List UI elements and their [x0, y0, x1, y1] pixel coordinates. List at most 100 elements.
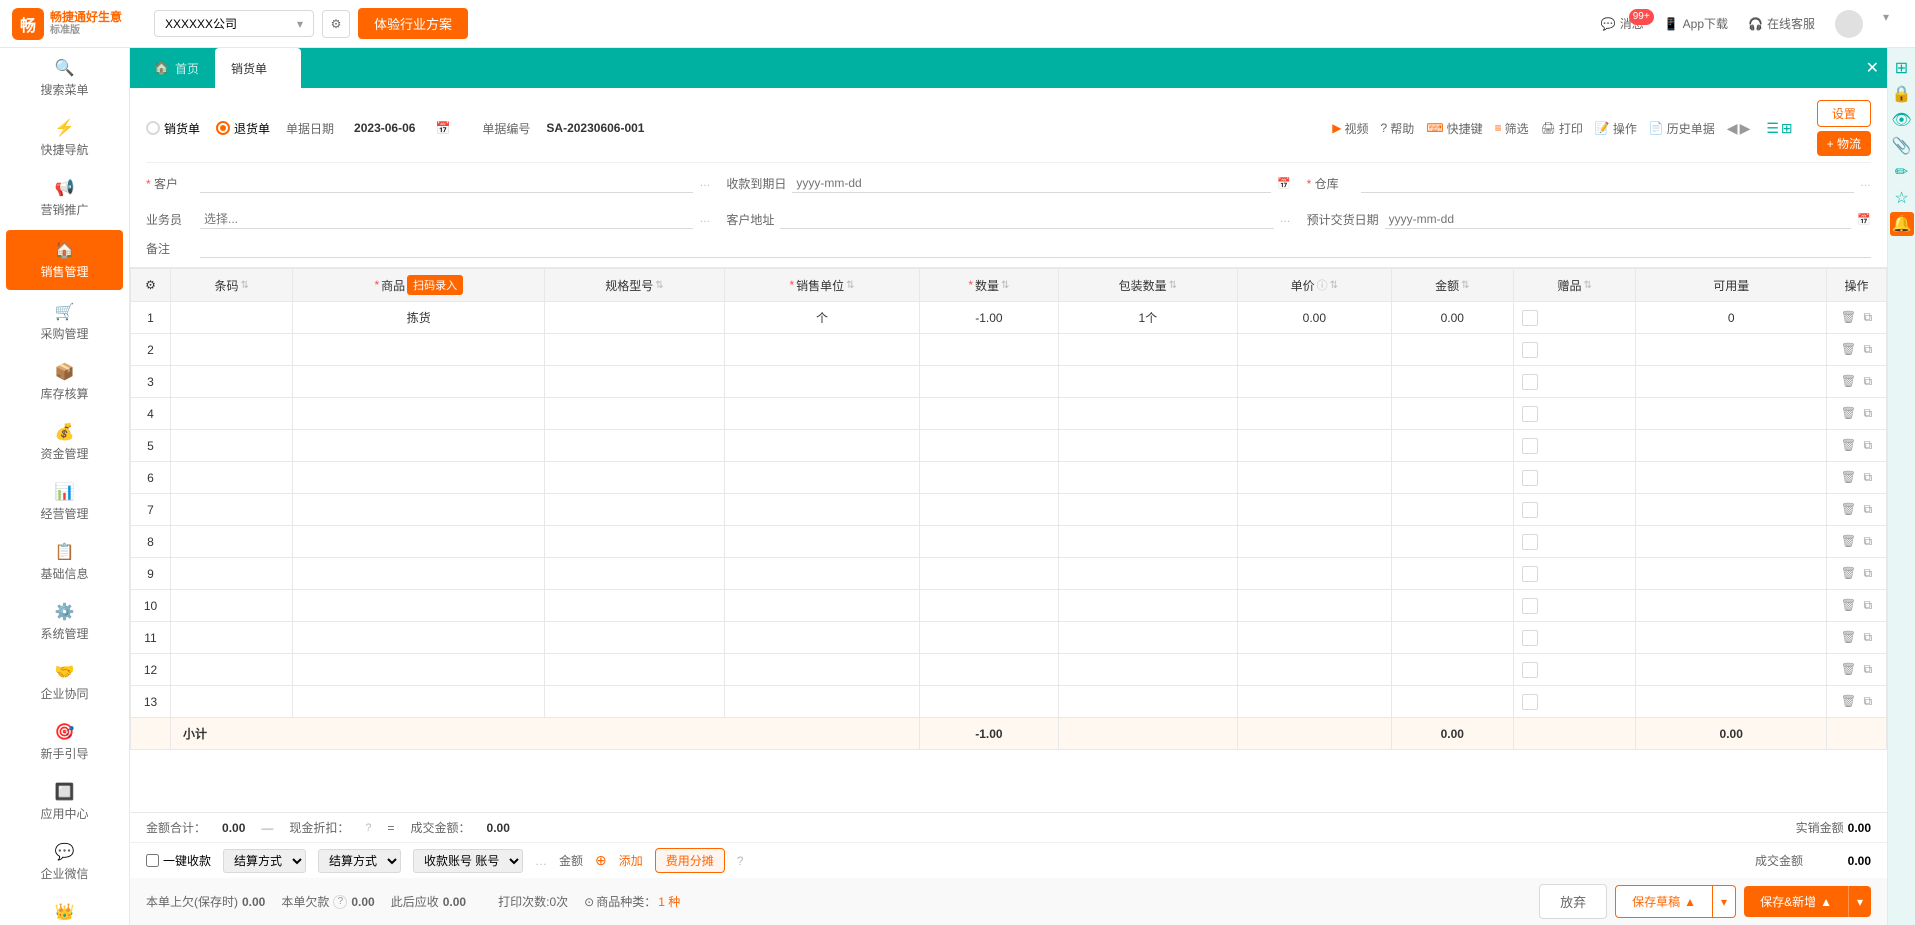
- account-dots[interactable]: …: [535, 854, 547, 868]
- discard-button[interactable]: 放弃: [1539, 884, 1607, 919]
- copy-icon-10[interactable]: ⧉: [1864, 598, 1873, 612]
- user-menu[interactable]: ▾: [1883, 10, 1903, 38]
- row-barcode-1[interactable]: [171, 302, 293, 334]
- col-settings-header[interactable]: ⚙: [131, 269, 171, 302]
- quick-payment-input[interactable]: [146, 854, 159, 867]
- customer-dots[interactable]: …: [699, 177, 710, 189]
- addr-dots[interactable]: …: [1280, 213, 1291, 225]
- copy-icon-9[interactable]: ⧉: [1864, 566, 1873, 580]
- sidebar-item-marketing[interactable]: 📢 营销推广: [0, 168, 129, 228]
- right-btn-3[interactable]: 👁: [1890, 108, 1914, 132]
- copy-icon-8[interactable]: ⧉: [1864, 534, 1873, 548]
- row-packqty-1[interactable]: 1个: [1058, 302, 1238, 334]
- row-product-1[interactable]: 拣货: [293, 302, 545, 334]
- copy-icon-2[interactable]: ⧉: [1864, 342, 1873, 356]
- sidebar-item-collab[interactable]: 🤝 企业协同: [0, 652, 129, 712]
- fee-help-icon[interactable]: ?: [737, 854, 744, 868]
- delete-icon-8[interactable]: 🗑: [1841, 534, 1856, 548]
- delete-icon-3[interactable]: 🗑: [1841, 374, 1856, 388]
- save-draft-button[interactable]: 保存草稿 ▲: [1615, 885, 1713, 918]
- goods-type-value[interactable]: 1 种: [658, 893, 680, 910]
- copy-icon-5[interactable]: ⧉: [1864, 438, 1873, 452]
- owed-help-icon[interactable]: ?: [333, 895, 347, 909]
- sidebar-item-quick[interactable]: ⚡ 快捷导航: [0, 108, 129, 168]
- sidebar-item-member[interactable]: 👑 畅会员: [0, 892, 129, 925]
- delete-icon-6[interactable]: 🗑: [1841, 470, 1856, 484]
- right-btn-4[interactable]: 📎: [1890, 134, 1914, 158]
- radio-return[interactable]: 退货单: [216, 120, 270, 137]
- discount-info-icon[interactable]: ?: [365, 822, 371, 834]
- avatar[interactable]: [1835, 10, 1863, 38]
- packqty-sort-icon[interactable]: ⇅: [1169, 280, 1177, 291]
- right-btn-2[interactable]: 🔒: [1890, 82, 1914, 106]
- salesman-input[interactable]: [200, 210, 693, 229]
- checkbox-goods-type[interactable]: ⊙: [584, 895, 594, 909]
- delete-icon-5[interactable]: 🗑: [1841, 438, 1856, 452]
- prev-arrow[interactable]: ◀: [1727, 120, 1738, 137]
- close-tab-button[interactable]: ×: [277, 60, 285, 76]
- copy-icon-6[interactable]: ⧉: [1864, 470, 1873, 484]
- due-date-input[interactable]: [792, 174, 1271, 193]
- barcode-sort-icon[interactable]: ⇅: [241, 280, 249, 291]
- tab-home[interactable]: 🏠 首页: [138, 48, 215, 88]
- calendar-icon[interactable]: 📅: [435, 121, 450, 135]
- row-qty-1[interactable]: -1.00: [920, 302, 1058, 334]
- customer-input[interactable]: [200, 174, 693, 193]
- customer-addr-input[interactable]: [780, 210, 1273, 229]
- trial-button[interactable]: 体验行业方案: [358, 8, 468, 39]
- settings-form-button[interactable]: 设置: [1817, 100, 1871, 127]
- delete-icon-9[interactable]: 🗑: [1841, 566, 1856, 580]
- row-gift-1[interactable]: [1513, 302, 1635, 334]
- shortcut-action[interactable]: ⌨ 快捷键: [1426, 120, 1482, 137]
- delete-icon-10[interactable]: 🗑: [1841, 598, 1856, 612]
- warehouse-dots[interactable]: …: [1860, 177, 1871, 189]
- app-download-item[interactable]: 📱 App下载: [1664, 15, 1728, 32]
- copy-icon-4[interactable]: ⧉: [1864, 406, 1873, 420]
- delete-icon-11[interactable]: 🗑: [1841, 630, 1856, 644]
- copy-icon-11[interactable]: ⧉: [1864, 630, 1873, 644]
- row-amount-1[interactable]: 0.00: [1391, 302, 1513, 334]
- note-input[interactable]: [200, 239, 1871, 258]
- copy-icon-12[interactable]: ⧉: [1864, 662, 1873, 676]
- scan-button[interactable]: 扫码录入: [407, 275, 463, 295]
- account-select[interactable]: 收款账号 账号: [413, 849, 523, 873]
- salesman-dots[interactable]: …: [699, 213, 710, 225]
- delete-icon-2[interactable]: 🗑: [1841, 342, 1856, 356]
- copy-icon-3[interactable]: ⧉: [1864, 374, 1873, 388]
- copy-icon-7[interactable]: ⧉: [1864, 502, 1873, 516]
- add-payment-icon[interactable]: ⊕: [595, 852, 607, 869]
- sidebar-item-appstore[interactable]: 🔲 应用中心: [0, 772, 129, 832]
- operate-action[interactable]: 📝 操作: [1595, 120, 1637, 137]
- sidebar-item-basic[interactable]: 📋 基础信息: [0, 532, 129, 592]
- row-price-1[interactable]: 0.00: [1238, 302, 1391, 334]
- quick-payment-checkbox[interactable]: 一键收款: [146, 852, 211, 869]
- filter-action[interactable]: ≡ 筛选: [1495, 120, 1529, 137]
- gift-sort-icon[interactable]: ⇅: [1584, 280, 1592, 291]
- close-window-icon[interactable]: ✕: [1866, 58, 1879, 78]
- grid-view-icon[interactable]: ⊞: [1781, 120, 1793, 137]
- spec-sort-icon[interactable]: ⇅: [655, 280, 663, 291]
- due-date-calendar-icon[interactable]: 📅: [1277, 177, 1291, 190]
- fee-split-button[interactable]: 费用分摊: [655, 848, 725, 873]
- settlement-sub-select[interactable]: 结算方式: [318, 849, 401, 873]
- sidebar-item-inventory[interactable]: 📦 库存核算: [0, 352, 129, 412]
- message-icon-item[interactable]: 💬 消息 99+: [1601, 15, 1644, 32]
- online-service-item[interactable]: 🎧 在线客服: [1748, 15, 1815, 32]
- delete-icon-1[interactable]: 🗑: [1841, 310, 1856, 324]
- history-action[interactable]: 📄 历史单据: [1649, 120, 1715, 137]
- sidebar-item-system[interactable]: ⚙️ 系统管理: [0, 592, 129, 652]
- right-btn-5[interactable]: ✏: [1890, 160, 1914, 184]
- expected-date-input[interactable]: [1385, 210, 1852, 229]
- qty-sort-icon[interactable]: ⇅: [1001, 280, 1009, 291]
- right-btn-6[interactable]: ☆: [1890, 186, 1914, 210]
- radio-sale[interactable]: 销货单: [146, 120, 200, 137]
- save-new-button[interactable]: 保存&新增 ▲: [1744, 886, 1848, 917]
- sidebar-item-guide[interactable]: 🎯 新手引导: [0, 712, 129, 772]
- price-sort-icon[interactable]: ⇅: [1330, 280, 1338, 291]
- warehouse-input[interactable]: 建材仓: [1361, 174, 1854, 193]
- sidebar-item-operation[interactable]: 📊 经营管理: [0, 472, 129, 532]
- right-btn-7[interactable]: 🔔: [1890, 212, 1914, 236]
- tab-sales-order[interactable]: 销货单 ×: [215, 48, 301, 88]
- sidebar-item-purchase[interactable]: 🛒 采购管理: [0, 292, 129, 352]
- expected-cal-icon[interactable]: 📅: [1857, 213, 1871, 226]
